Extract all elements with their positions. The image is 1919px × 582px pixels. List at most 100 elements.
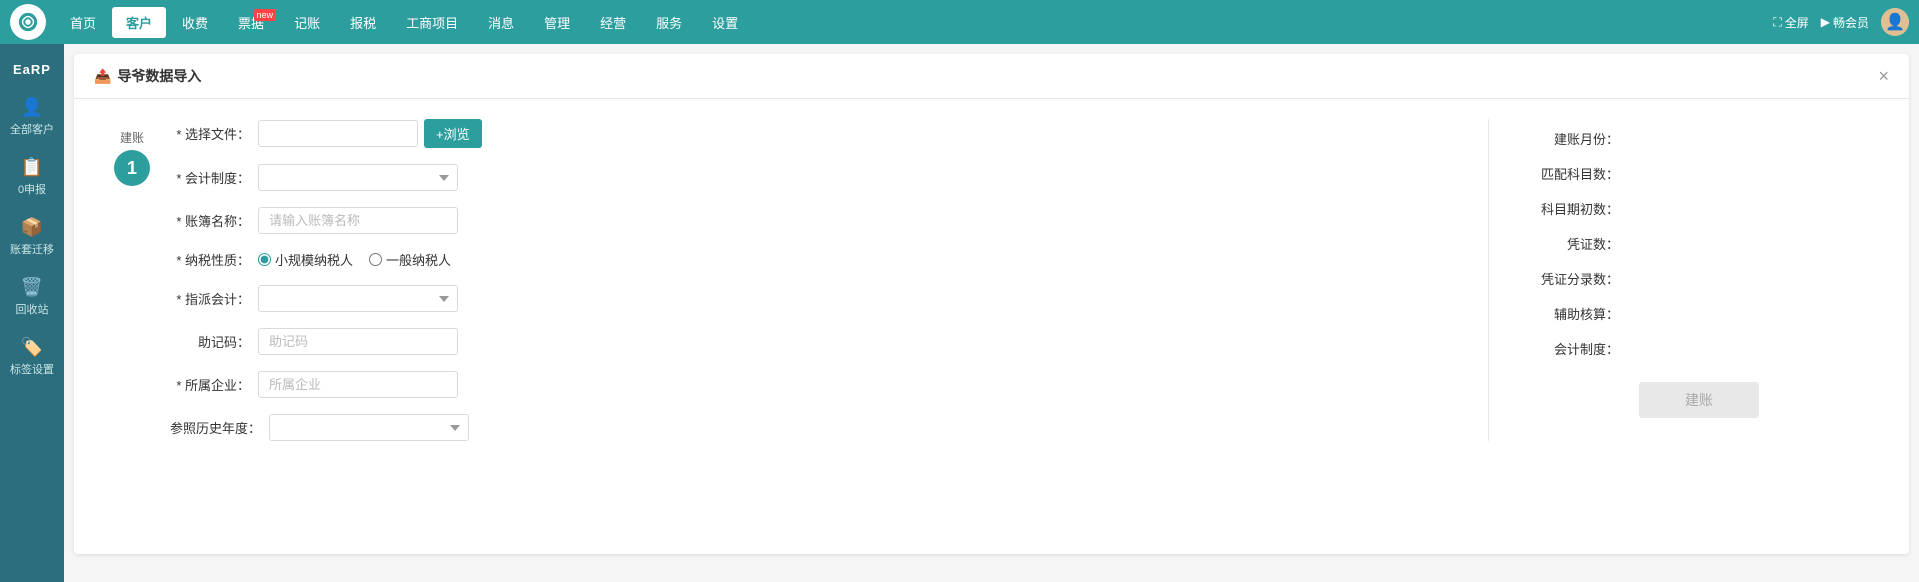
panel-title: 📤 导爷数据导入	[94, 66, 201, 86]
assign-accountant-row: * 指派会计：	[170, 285, 1448, 312]
tax-type-small-label: 小规模纳税人	[275, 250, 353, 269]
nav-item-business[interactable]: 工商项目	[392, 7, 472, 38]
form-fields: * 选择文件： +浏览 * 会计制度：	[170, 119, 1448, 441]
company-input[interactable]	[258, 371, 458, 398]
fullscreen-label: 全屏	[1785, 14, 1809, 31]
close-button[interactable]: ×	[1878, 67, 1889, 85]
nav-item-operation[interactable]: 经营	[586, 7, 640, 38]
all-customers-icon: 👤	[21, 97, 43, 118]
sidebar-item-account-migration[interactable]: 📦 账套迁移	[0, 209, 64, 265]
account-book-input[interactable]	[258, 207, 458, 234]
nav-item-invoice[interactable]: 票据new	[224, 7, 278, 38]
form-body: 建账 1 * 选择文件： +浏览	[74, 99, 1909, 461]
nav-badge-invoice: new	[254, 9, 277, 21]
top-nav-right: ⛶ 全屏 ▶ 畅会员 👤	[1773, 8, 1909, 36]
fullscreen-button[interactable]: ⛶ 全屏	[1773, 14, 1808, 31]
declaration-icon: 📋	[21, 157, 43, 178]
label-settings-label: 标签设置	[10, 361, 54, 377]
nav-item-settings[interactable]: 设置	[698, 7, 752, 38]
auxiliary-label: 辅助核算：	[1529, 304, 1619, 323]
nav-item-customers[interactable]: 客户	[112, 7, 166, 38]
step-circle: 1	[114, 150, 150, 186]
subject-initial-label: 科目期初数：	[1529, 199, 1619, 218]
reference-year-row: 参照历史年度：	[170, 414, 1448, 441]
file-input[interactable]	[258, 120, 418, 147]
member-button[interactable]: ▶ 畅会员	[1821, 14, 1869, 31]
tax-type-general[interactable]: 一般纳税人	[369, 250, 451, 269]
tax-type-general-label: 一般纳税人	[386, 250, 451, 269]
company-label: * 所属企业：	[170, 375, 250, 394]
browse-button[interactable]: +浏览	[424, 119, 482, 148]
label-settings-icon: 🏷️	[21, 337, 43, 358]
sidebar: EaRP 👤 全部客户 📋 0申报 📦 账套迁移 🗑️ 回收站 🏷️ 标签设置	[0, 44, 64, 582]
sidebar-item-recycle[interactable]: 🗑️ 回收站	[0, 269, 64, 325]
accounting-system-select[interactable]	[258, 164, 458, 191]
memo-code-row: 助记码：	[170, 328, 1448, 355]
auxiliary-row: 辅助核算：	[1529, 304, 1869, 323]
company-row: * 所属企业：	[170, 371, 1448, 398]
reference-year-label: 参照历史年度：	[170, 418, 261, 437]
nav-item-billing[interactable]: 收费	[168, 7, 222, 38]
sidebar-item-declaration[interactable]: 📋 0申报	[0, 149, 64, 205]
subject-initial-row: 科目期初数：	[1529, 199, 1869, 218]
file-label: * 选择文件：	[170, 124, 250, 143]
sidebar-item-label-settings[interactable]: 🏷️ 标签设置	[0, 329, 64, 385]
tax-type-small[interactable]: 小规模纳税人	[258, 250, 353, 269]
nav-item-message[interactable]: 消息	[474, 7, 528, 38]
nav-item-tax[interactable]: 报税	[336, 7, 390, 38]
reference-year-select[interactable]	[269, 414, 469, 441]
tax-type-label: * 纳税性质：	[170, 250, 250, 269]
tax-type-small-radio[interactable]	[258, 253, 271, 266]
panel-header: 📤 导爷数据导入 ×	[74, 54, 1909, 99]
right-actions: 建账	[1529, 374, 1869, 418]
accounting-system-row: * 会计制度：	[170, 164, 1448, 191]
tax-type-general-radio[interactable]	[369, 253, 382, 266]
divider	[1488, 119, 1489, 441]
build-month-row: 建账月份：	[1529, 129, 1869, 148]
declaration-label: 0申报	[18, 181, 46, 197]
user-avatar[interactable]: 👤	[1881, 8, 1909, 36]
sidebar-item-all-customers[interactable]: 👤 全部客户	[0, 89, 64, 145]
file-row: * 选择文件： +浏览	[170, 119, 1448, 148]
all-customers-label: 全部客户	[10, 121, 54, 137]
erp-label: EaRP	[13, 54, 51, 85]
nav-item-accounting[interactable]: 记账	[280, 7, 334, 38]
account-migration-label: 账套迁移	[10, 241, 54, 257]
member-label: 畅会员	[1833, 14, 1869, 31]
right-accounting-system-row: 会计制度：	[1529, 339, 1869, 358]
voucher-entry-label: 凭证分录数：	[1529, 269, 1619, 288]
voucher-entry-row: 凭证分录数：	[1529, 269, 1869, 288]
account-book-label: * 账簿名称：	[170, 211, 250, 230]
logo[interactable]	[10, 4, 46, 40]
memo-code-input[interactable]	[258, 328, 458, 355]
main-content: 📤 导爷数据导入 × 建账 1 * 选择文件：	[64, 44, 1919, 582]
tax-type-radio-group: 小规模纳税人 一般纳税人	[258, 250, 451, 269]
recycle-icon: 🗑️	[21, 277, 43, 298]
recycle-label: 回收站	[16, 301, 49, 317]
main-layout: EaRP 👤 全部客户 📋 0申报 📦 账套迁移 🗑️ 回收站 🏷️ 标签设置 …	[0, 44, 1919, 582]
voucher-count-row: 凭证数：	[1529, 234, 1869, 253]
assign-accountant-select[interactable]	[258, 285, 458, 312]
form-left: 建账 1 * 选择文件： +浏览	[114, 119, 1448, 441]
form-right: 建账月份： 匹配科目数： 科目期初数： 凭证数：	[1529, 119, 1869, 441]
account-book-row: * 账簿名称：	[170, 207, 1448, 234]
tax-type-row: * 纳税性质： 小规模纳税人 一般纳税人	[170, 250, 1448, 269]
nav-item-home[interactable]: 首页	[56, 7, 110, 38]
member-icon: ▶	[1821, 15, 1830, 29]
nav-item-management[interactable]: 管理	[530, 7, 584, 38]
right-accounting-system-label: 会计制度：	[1529, 339, 1619, 358]
match-subject-row: 匹配科目数：	[1529, 164, 1869, 183]
voucher-count-label: 凭证数：	[1529, 234, 1619, 253]
account-migration-icon: 📦	[21, 217, 43, 238]
accounting-system-label: * 会计制度：	[170, 168, 250, 187]
file-input-group: +浏览	[258, 119, 482, 148]
import-panel: 📤 导爷数据导入 × 建账 1 * 选择文件：	[74, 54, 1909, 554]
panel-title-icon: 📤	[94, 68, 111, 85]
nav-item-service[interactable]: 服务	[642, 7, 696, 38]
fullscreen-icon: ⛶	[1773, 15, 1781, 30]
assign-accountant-label: * 指派会计：	[170, 289, 250, 308]
memo-code-label: 助记码：	[170, 332, 250, 351]
build-account-button[interactable]: 建账	[1639, 382, 1759, 418]
top-navigation: 首页客户收费票据new记账报税工商项目消息管理经营服务设置 ⛶ 全屏 ▶ 畅会员…	[0, 0, 1919, 44]
match-subject-label: 匹配科目数：	[1529, 164, 1619, 183]
